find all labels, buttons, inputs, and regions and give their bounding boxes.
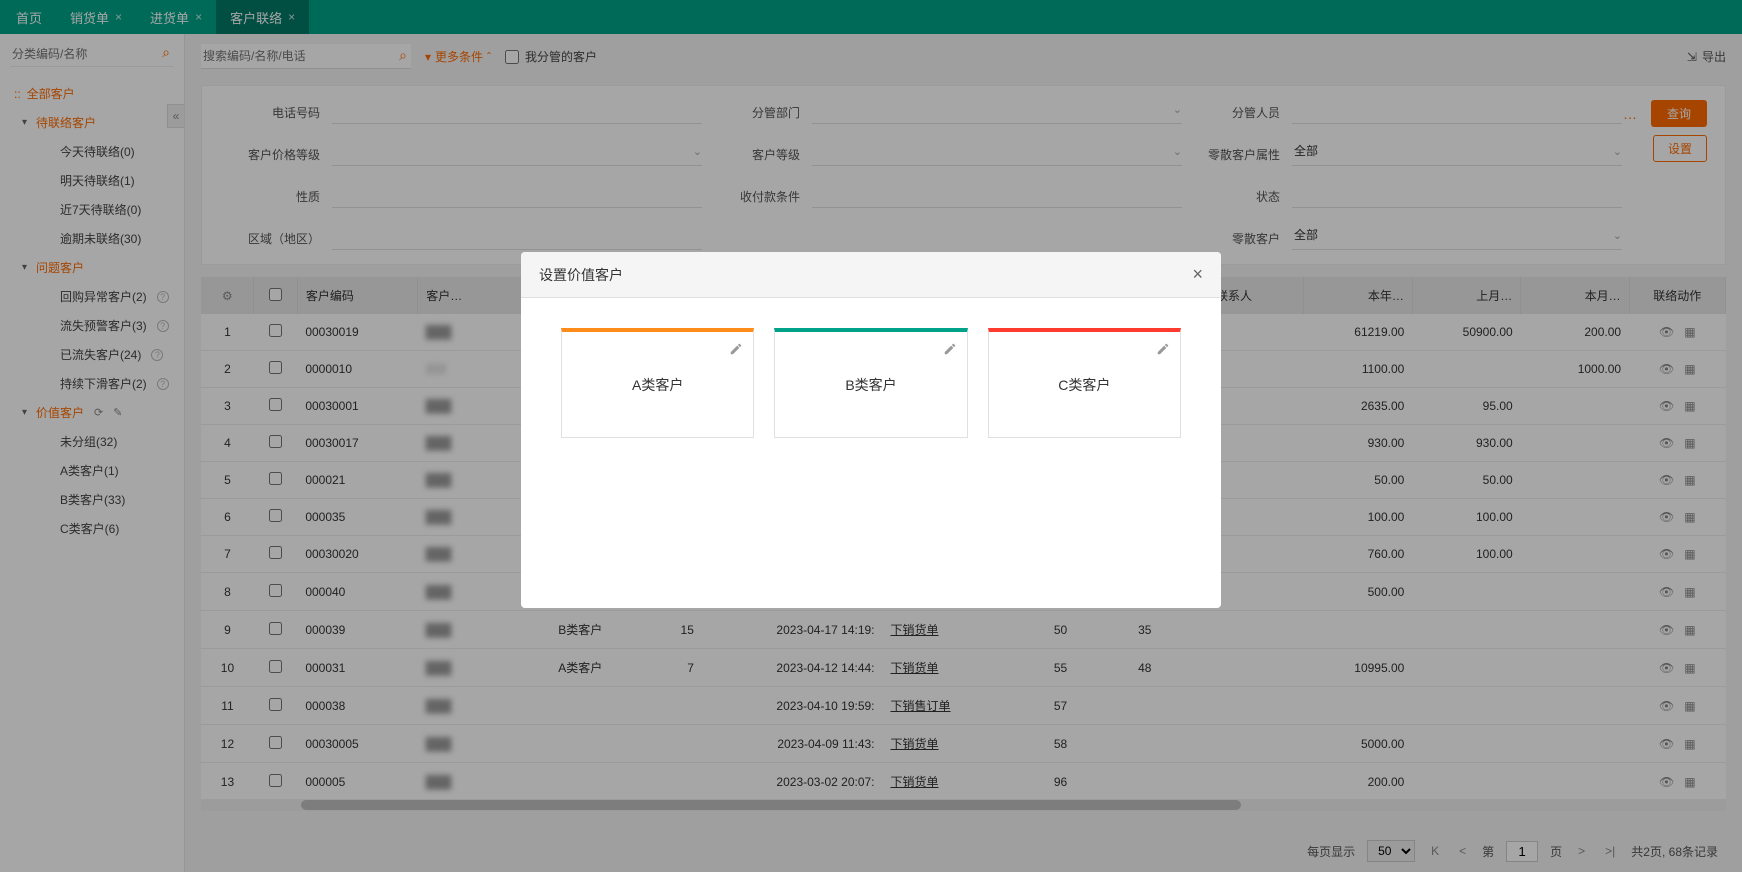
edit-icon[interactable] — [943, 342, 957, 356]
edit-icon[interactable] — [1156, 342, 1170, 356]
value-customer-modal: 设置价值客户 × A类客户 B类客户 C类客户 — [521, 252, 1221, 608]
value-card-a[interactable]: A类客户 — [561, 328, 754, 438]
modal-close-button[interactable]: × — [1192, 264, 1203, 285]
modal-overlay[interactable]: 设置价值客户 × A类客户 B类客户 C类客户 — [0, 0, 1742, 872]
modal-title: 设置价值客户 — [539, 265, 623, 285]
value-card-b[interactable]: B类客户 — [774, 328, 967, 438]
value-card-a-label: A类客户 — [632, 375, 683, 395]
edit-icon[interactable] — [729, 342, 743, 356]
value-card-c[interactable]: C类客户 — [988, 328, 1181, 438]
value-card-c-label: C类客户 — [1058, 375, 1110, 395]
value-card-b-label: B类客户 — [845, 375, 896, 395]
